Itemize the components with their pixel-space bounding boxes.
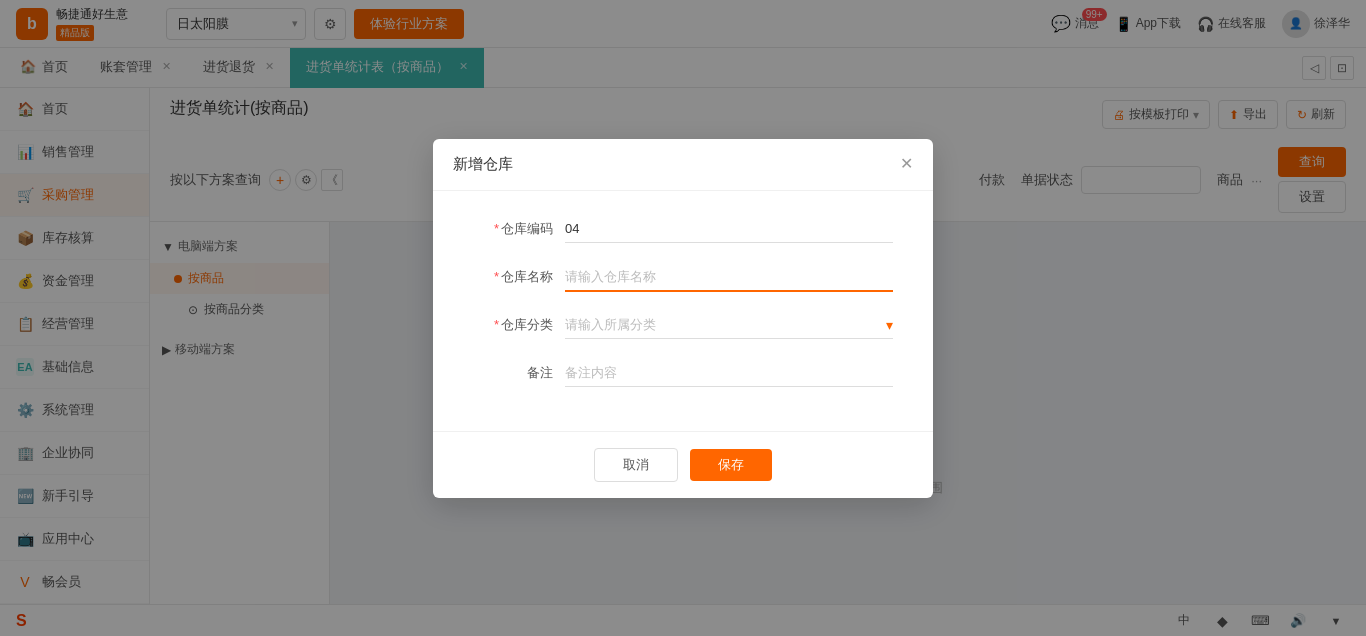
- category-input[interactable]: [565, 317, 886, 332]
- form-row-code: 仓库编码: [473, 215, 893, 243]
- modal-overlay[interactable]: 新增仓库 ✕ 仓库编码 仓库名称 仓库分类 ▾: [0, 0, 1366, 636]
- new-warehouse-modal: 新增仓库 ✕ 仓库编码 仓库名称 仓库分类 ▾: [433, 139, 933, 498]
- category-select-wrap[interactable]: ▾: [565, 312, 893, 339]
- form-row-name: 仓库名称: [473, 263, 893, 292]
- note-label: 备注: [473, 364, 553, 382]
- modal-footer: 取消 保存: [433, 431, 933, 498]
- modal-header: 新增仓库 ✕: [433, 139, 933, 191]
- form-row-category: 仓库分类 ▾: [473, 312, 893, 339]
- modal-title: 新增仓库: [453, 155, 513, 174]
- note-input[interactable]: [565, 359, 893, 387]
- category-dropdown-icon: ▾: [886, 317, 893, 333]
- name-input[interactable]: [565, 263, 893, 292]
- cancel-button[interactable]: 取消: [594, 448, 678, 482]
- name-label: 仓库名称: [473, 268, 553, 286]
- code-input[interactable]: [565, 215, 893, 243]
- save-button[interactable]: 保存: [690, 449, 772, 481]
- modal-close-button[interactable]: ✕: [900, 156, 913, 172]
- form-row-note: 备注: [473, 359, 893, 387]
- modal-body: 仓库编码 仓库名称 仓库分类 ▾ 备注: [433, 191, 933, 431]
- category-label: 仓库分类: [473, 316, 553, 334]
- code-label: 仓库编码: [473, 220, 553, 238]
